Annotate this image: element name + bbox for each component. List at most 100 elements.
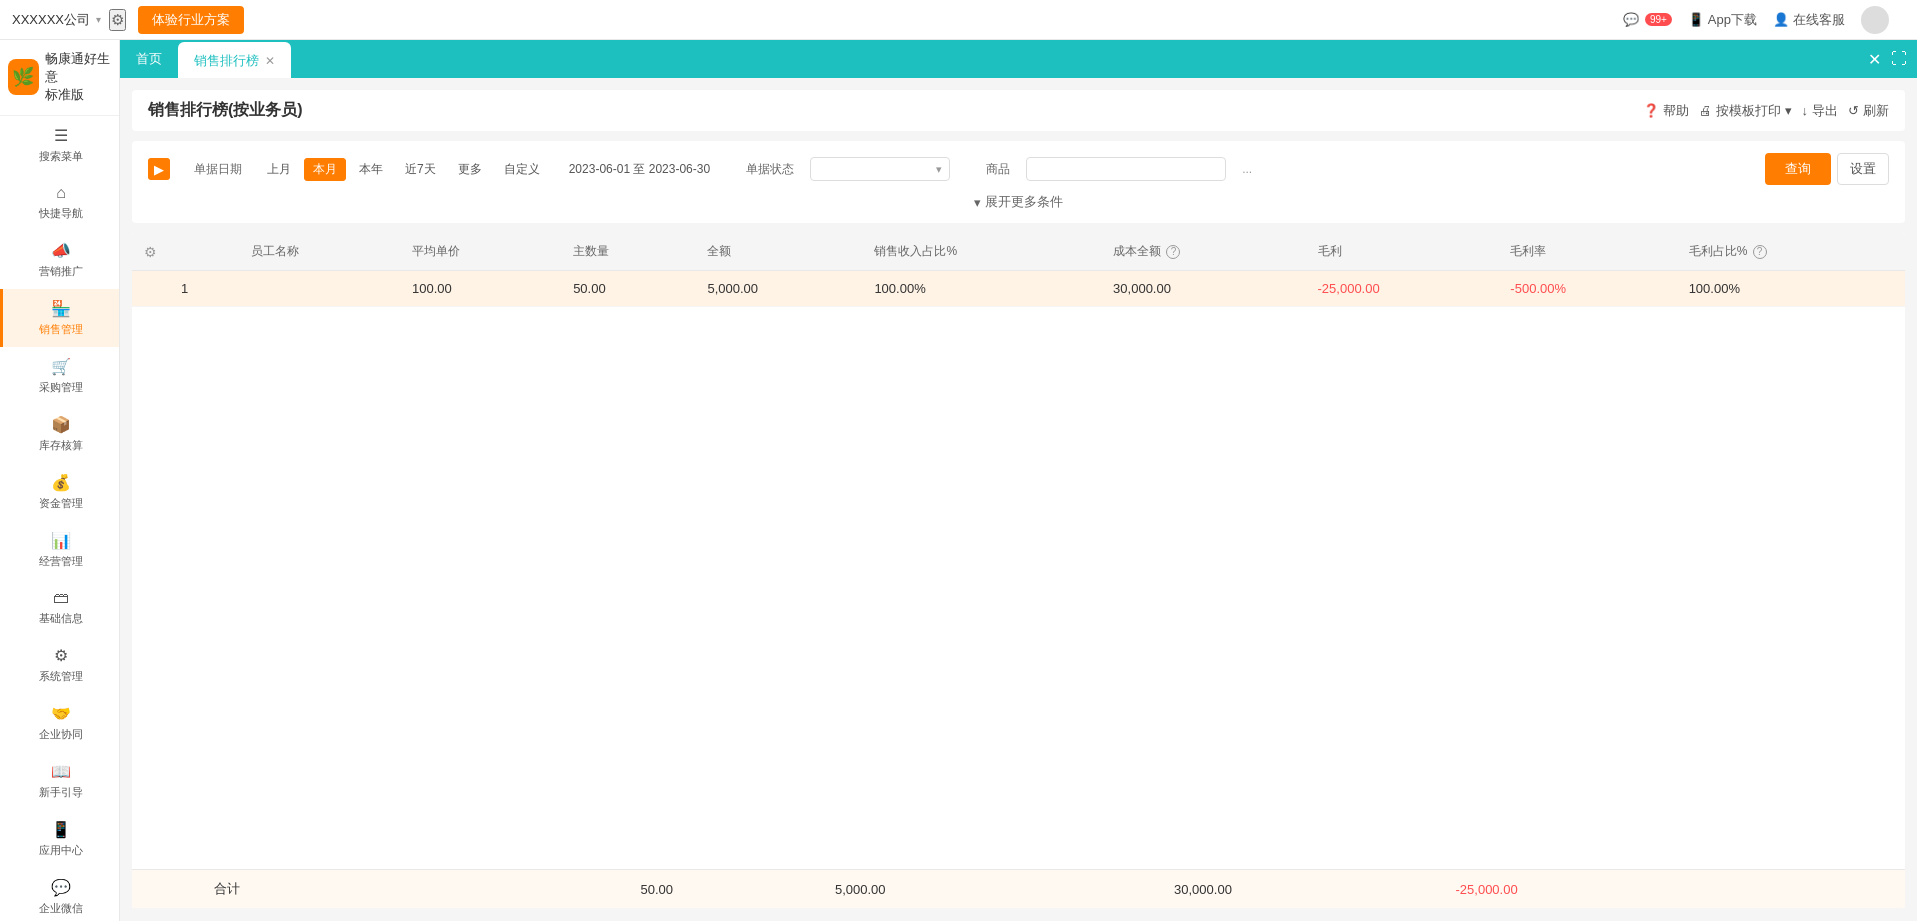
row-rank: 1 (169, 271, 239, 307)
status-label: 单据状态 (746, 161, 794, 178)
table-section: ⚙ 员工名称 平均单价 主数量 全额 销售收入占比% 成本全额 ? (132, 233, 1905, 909)
basic-info-icon: 🗃 (53, 589, 69, 607)
row-gross-rate: -500.00% (1498, 271, 1676, 307)
message-btn[interactable]: 💬 99+ (1623, 12, 1672, 27)
filter-section: ▶ 单据日期 上月 本月 本年 近7天 更多 自定义 2023-06-01 至 … (132, 141, 1905, 223)
sidebar-item-new-guide[interactable]: 📖 新手引导 (0, 752, 119, 810)
sidebar-item-inventory[interactable]: 📦 库存核算 (0, 405, 119, 463)
template-print-button[interactable]: 🖨 按模板打印 ▾ (1699, 102, 1792, 120)
data-table: ⚙ 员工名称 平均单价 主数量 全额 销售收入占比% 成本全额 ? (132, 233, 1905, 307)
sidebar-item-finance-label: 资金管理 (39, 496, 83, 511)
date-tab-custom[interactable]: 自定义 (495, 158, 549, 181)
sidebar-logo: 🌿 畅康通好生意 标准版 (0, 40, 119, 116)
col-avg-price: 平均单价 (400, 233, 561, 271)
tab-home[interactable]: 首页 (120, 40, 178, 78)
sidebar-item-marketing-label: 营销推广 (39, 264, 83, 279)
sidebar-item-enterprise-collab-label: 企业协同 (39, 727, 83, 742)
logo-text: 畅康通好生意 标准版 (45, 50, 111, 105)
page-content: 销售排行榜(按业务员) ❓ 帮助 🖨 按模板打印 ▾ ↓ 导出 (120, 78, 1917, 921)
sidebar-item-operations[interactable]: 📊 经营管理 (0, 521, 119, 579)
table-body: 1 100.00 50.00 5,000.00 100.00% 30,000.0… (132, 271, 1905, 307)
expand-more-button[interactable]: ▾ 展开更多条件 (974, 193, 1063, 211)
sidebar-item-basic-info[interactable]: 🗃 基础信息 (0, 579, 119, 636)
expand-chevron-icon: ▾ (974, 195, 981, 210)
company-selector[interactable]: XXXXXX公司 ▾ (12, 11, 101, 29)
filter-collapse-btn[interactable]: ▶ (148, 158, 170, 180)
tab-close-all-icon[interactable]: ✕ (1868, 50, 1881, 69)
finance-icon: 💰 (51, 473, 71, 492)
export-button[interactable]: ↓ 导出 (1802, 102, 1839, 120)
sidebar-item-enterprise-wechat[interactable]: 💬 企业微信 (0, 868, 119, 921)
page-title: 销售排行榜(按业务员) (148, 100, 303, 121)
goods-input[interactable] (1026, 157, 1226, 181)
date-tab-more[interactable]: 更多 (449, 158, 491, 181)
date-tabs: 上月 本月 本年 近7天 更多 自定义 (258, 158, 549, 181)
help-button[interactable]: ❓ 帮助 (1643, 102, 1689, 120)
col-rank (169, 233, 239, 271)
date-tab-prev-month[interactable]: 上月 (258, 158, 300, 181)
settings-button[interactable]: 设置 (1837, 153, 1889, 185)
row-name (239, 271, 400, 307)
row-gross-profit: -25,000.00 (1306, 271, 1499, 307)
new-guide-icon: 📖 (51, 762, 71, 781)
expand-more-row: ▾ 展开更多条件 (148, 193, 1889, 211)
top-right-actions: 💬 99+ 📱 App下载 👤 在线客服 (1623, 6, 1905, 34)
date-tab-last-7-days[interactable]: 近7天 (396, 158, 445, 181)
refresh-button[interactable]: ↺ 刷新 (1848, 102, 1889, 120)
tab-fullscreen-icon[interactable]: ⛶ (1891, 50, 1907, 68)
sidebar-item-operations-label: 经营管理 (39, 554, 83, 569)
tab-sales-ranking[interactable]: 销售排行榜 ✕ (178, 42, 291, 80)
logo-icon: 🌿 (8, 59, 39, 95)
col-name: 员工名称 (239, 233, 400, 271)
col-main-qty: 主数量 (561, 233, 695, 271)
footer-gross-pct-col (1822, 870, 1905, 909)
settings-icon-btn[interactable]: ⚙ (109, 9, 126, 31)
table-footer: 合计 50.00 5,000.00 30,000.00 -25,000.00 (132, 869, 1905, 909)
footer-main-qty: 50.00 (628, 870, 822, 909)
status-select[interactable] (810, 157, 950, 181)
sidebar-item-app-center[interactable]: 📱 应用中心 (0, 810, 119, 868)
app-download-btn[interactable]: 📱 App下载 (1688, 11, 1757, 29)
content-area: 首页 销售排行榜 ✕ ✕ ⛶ 销售排行榜(按业务员) ❓ 帮助 (120, 40, 1917, 921)
message-icon: 💬 (1623, 12, 1639, 27)
trial-button[interactable]: 体验行业方案 (138, 6, 244, 34)
enterprise-wechat-icon: 💬 (51, 878, 71, 897)
sidebar-item-finance[interactable]: 💰 资金管理 (0, 463, 119, 521)
date-tab-this-month[interactable]: 本月 (304, 158, 346, 181)
cost-help-icon[interactable]: ? (1166, 245, 1180, 259)
tab-close-icon[interactable]: ✕ (265, 54, 275, 68)
sidebar-item-marketing[interactable]: 📣 营销推广 (0, 231, 119, 289)
table-header: ⚙ 员工名称 平均单价 主数量 全额 销售收入占比% 成本全额 ? (132, 233, 1905, 271)
sidebar-item-sales-mgmt[interactable]: 🏪 销售管理 (0, 289, 119, 347)
tab-home-label: 首页 (136, 50, 162, 68)
footer-row: 合计 50.00 5,000.00 30,000.00 -25,000.00 (132, 870, 1905, 909)
row-settings (132, 271, 169, 307)
online-service-btn[interactable]: 👤 在线客服 (1773, 11, 1845, 29)
avatar[interactable] (1861, 6, 1889, 34)
sidebar-item-system-mgmt-label: 系统管理 (39, 669, 83, 684)
query-button[interactable]: 查询 (1765, 153, 1831, 185)
sidebar-item-enterprise-collab[interactable]: 🤝 企业协同 (0, 694, 119, 752)
row-avg-price: 100.00 (400, 271, 561, 307)
sidebar-item-system-mgmt[interactable]: ⚙ 系统管理 (0, 636, 119, 694)
sidebar-item-inventory-label: 库存核算 (39, 438, 83, 453)
more-link[interactable]: ... (1242, 162, 1252, 176)
purchase-mgmt-icon: 🛒 (51, 357, 71, 376)
sidebar-item-sales-mgmt-label: 销售管理 (39, 322, 83, 337)
date-tab-this-year[interactable]: 本年 (350, 158, 392, 181)
column-settings-icon[interactable]: ⚙ (144, 244, 157, 260)
page-actions: ❓ 帮助 🖨 按模板打印 ▾ ↓ 导出 ↺ 刷新 (1643, 102, 1890, 120)
chevron-down-icon: ▾ (96, 14, 101, 25)
sidebar: 🌿 畅康通好生意 标准版 ☰ 搜索菜单 ⌂ 快捷导航 📣 营销推广 🏪 销售管理… (0, 40, 120, 921)
tab-bar-right: ✕ ⛶ (1868, 50, 1917, 69)
sidebar-item-quick-nav[interactable]: ⌂ 快捷导航 (0, 174, 119, 231)
sidebar-item-purchase-mgmt[interactable]: 🛒 采购管理 (0, 347, 119, 405)
tab-sales-ranking-label: 销售排行榜 (194, 52, 259, 70)
row-amount: 5,000.00 (695, 271, 862, 307)
app-center-icon: 📱 (51, 820, 71, 839)
gross-pct-help-icon[interactable]: ? (1753, 245, 1767, 259)
app-icon: 📱 (1688, 12, 1704, 27)
company-name: XXXXXX公司 (12, 11, 90, 29)
message-badge: 99+ (1645, 13, 1672, 26)
sidebar-item-search-order[interactable]: ☰ 搜索菜单 (0, 116, 119, 174)
